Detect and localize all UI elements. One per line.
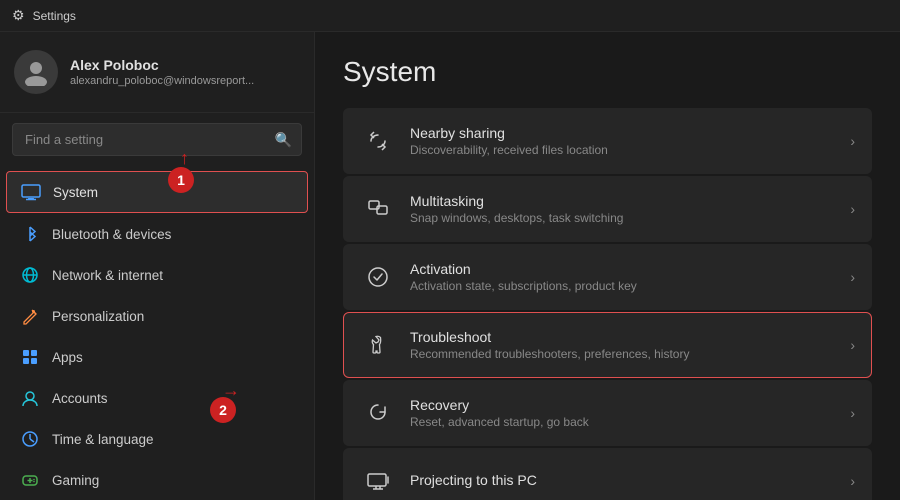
activation-icon <box>360 259 396 295</box>
sidebar-item-network[interactable]: Network & internet <box>6 255 308 295</box>
troubleshoot-icon <box>360 327 396 363</box>
sidebar-item-personalization[interactable]: Personalization <box>6 296 308 336</box>
timelanguage-icon <box>20 429 40 449</box>
avatar <box>14 50 58 94</box>
multitasking-desc: Snap windows, desktops, task switching <box>410 211 850 225</box>
nearby-sharing-chevron: › <box>850 133 855 149</box>
projecting-chevron: › <box>850 473 855 489</box>
activation-desc: Activation state, subscriptions, product… <box>410 279 850 293</box>
sidebar-item-system[interactable]: System <box>6 171 308 213</box>
troubleshoot-title: Troubleshoot <box>410 329 850 345</box>
setting-activation[interactable]: Activation Activation state, subscriptio… <box>343 244 872 310</box>
activation-chevron: › <box>850 269 855 285</box>
sidebar-item-apps[interactable]: Apps <box>6 337 308 377</box>
sidebar-item-network-label: Network & internet <box>52 268 163 283</box>
user-email: alexandru_poloboc@windowsreport... <box>70 75 254 87</box>
recovery-desc: Reset, advanced startup, go back <box>410 415 850 429</box>
sidebar-item-bluetooth[interactable]: Bluetooth & devices <box>6 214 308 254</box>
troubleshoot-chevron: › <box>850 337 855 353</box>
nav-items: System Bluetooth & devices <box>0 166 314 500</box>
activation-text: Activation Activation state, subscriptio… <box>410 261 850 293</box>
user-profile[interactable]: Alex Poloboc alexandru_poloboc@windowsre… <box>0 32 314 113</box>
multitasking-text: Multitasking Snap windows, desktops, tas… <box>410 193 850 225</box>
accounts-icon <box>20 388 40 408</box>
sidebar-item-apps-label: Apps <box>52 350 83 365</box>
troubleshoot-text: Troubleshoot Recommended troubleshooters… <box>410 329 850 361</box>
recovery-chevron: › <box>850 405 855 421</box>
system-icon <box>21 182 41 202</box>
main-content: System Nearby sharing Discoverability, r… <box>315 32 900 500</box>
sidebar-item-system-label: System <box>53 185 98 200</box>
user-name: Alex Poloboc <box>70 57 254 73</box>
user-info: Alex Poloboc alexandru_poloboc@windowsre… <box>70 57 254 87</box>
setting-recovery[interactable]: Recovery Reset, advanced startup, go bac… <box>343 380 872 446</box>
sidebar: Alex Poloboc alexandru_poloboc@windowsre… <box>0 32 315 500</box>
apps-icon <box>20 347 40 367</box>
troubleshoot-desc: Recommended troubleshooters, preferences… <box>410 347 850 361</box>
activation-title: Activation <box>410 261 850 277</box>
projecting-text: Projecting to this PC <box>410 472 850 490</box>
multitasking-icon <box>360 191 396 227</box>
multitasking-chevron: › <box>850 201 855 217</box>
recovery-icon <box>360 395 396 431</box>
recovery-text: Recovery Reset, advanced startup, go bac… <box>410 397 850 429</box>
projecting-title: Projecting to this PC <box>410 472 850 488</box>
sidebar-item-accounts-label: Accounts <box>52 391 108 406</box>
network-icon <box>20 265 40 285</box>
sidebar-item-timelanguage-label: Time & language <box>52 432 154 447</box>
search-box: 🔍 <box>12 123 302 156</box>
setting-nearby-sharing[interactable]: Nearby sharing Discoverability, received… <box>343 108 872 174</box>
personalization-icon <box>20 306 40 326</box>
setting-projecting[interactable]: Projecting to this PC › <box>343 448 872 500</box>
search-icon: 🔍 <box>275 131 292 148</box>
projecting-icon <box>360 463 396 499</box>
recovery-title: Recovery <box>410 397 850 413</box>
search-input[interactable] <box>12 123 302 156</box>
window-title: Settings <box>33 9 76 23</box>
setting-multitasking[interactable]: Multitasking Snap windows, desktops, tas… <box>343 176 872 242</box>
sidebar-item-timelanguage[interactable]: Time & language <box>6 419 308 459</box>
settings-list: Nearby sharing Discoverability, received… <box>343 108 872 500</box>
bluetooth-icon <box>20 224 40 244</box>
sidebar-item-bluetooth-label: Bluetooth & devices <box>52 227 171 242</box>
gaming-icon <box>20 470 40 490</box>
setting-troubleshoot[interactable]: Troubleshoot Recommended troubleshooters… <box>343 312 872 378</box>
sidebar-item-accounts[interactable]: Accounts <box>6 378 308 418</box>
nearby-sharing-title: Nearby sharing <box>410 125 850 141</box>
nearby-sharing-desc: Discoverability, received files location <box>410 143 850 157</box>
multitasking-title: Multitasking <box>410 193 850 209</box>
sidebar-item-personalization-label: Personalization <box>52 309 144 324</box>
page-title: System <box>343 56 872 88</box>
title-bar: ⚙ Settings <box>0 0 900 32</box>
nearby-sharing-icon <box>360 123 396 159</box>
main-layout: Alex Poloboc alexandru_poloboc@windowsre… <box>0 32 900 500</box>
settings-window-icon: ⚙ <box>12 7 25 24</box>
sidebar-item-gaming[interactable]: Gaming <box>6 460 308 500</box>
sidebar-item-gaming-label: Gaming <box>52 473 99 488</box>
nearby-sharing-text: Nearby sharing Discoverability, received… <box>410 125 850 157</box>
